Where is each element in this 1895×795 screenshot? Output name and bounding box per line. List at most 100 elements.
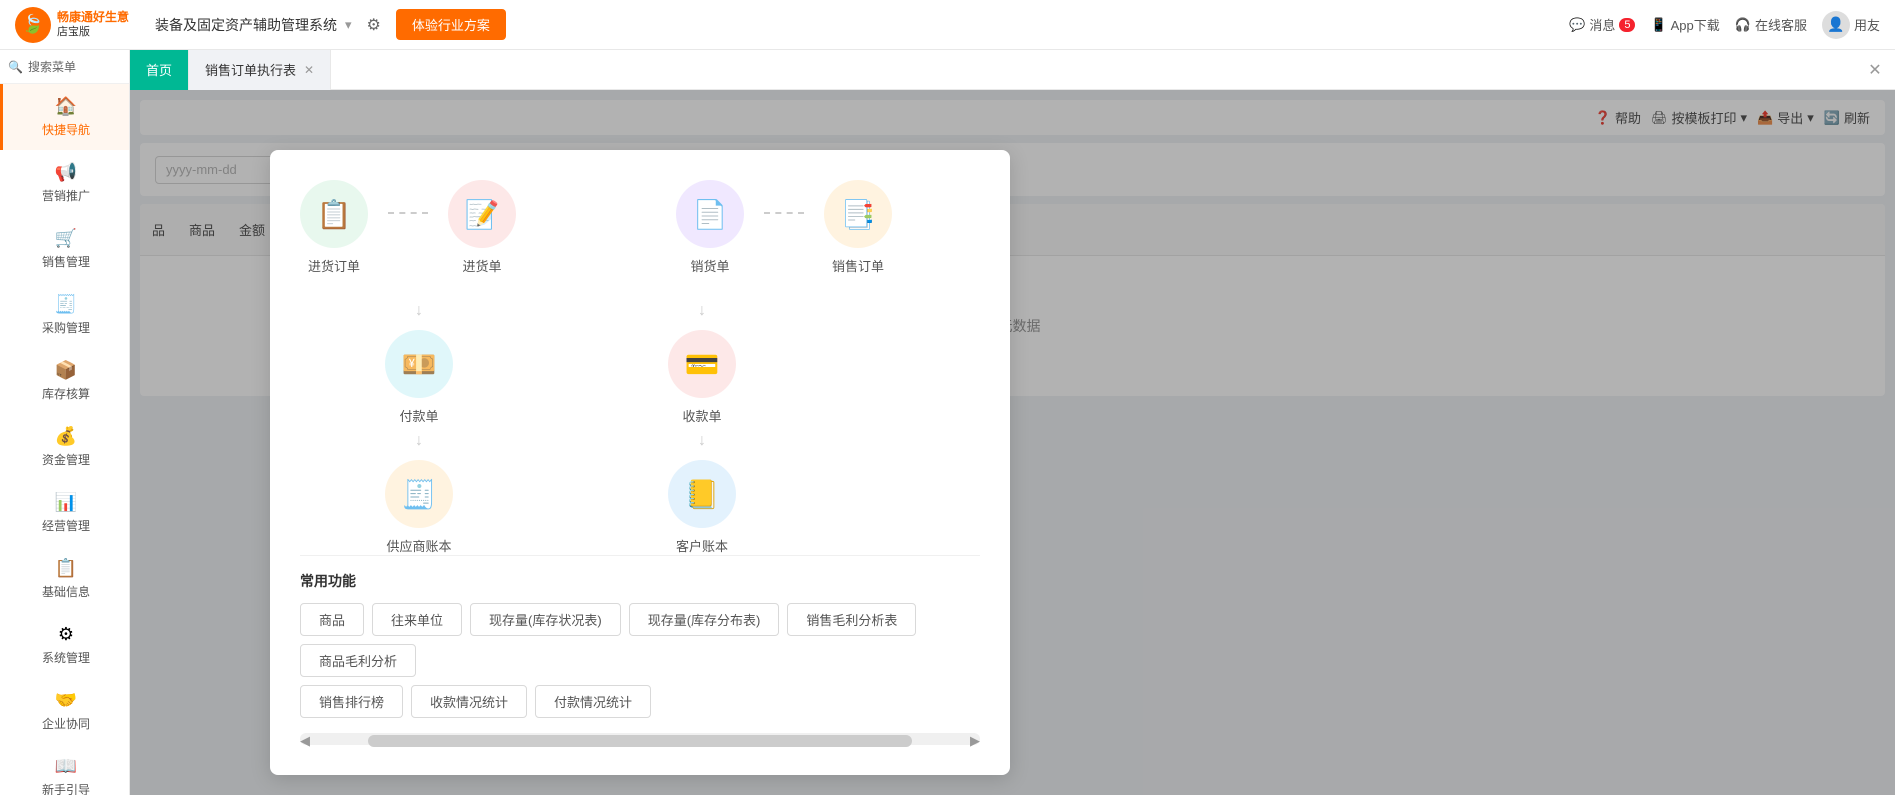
newbie-label: 新手引导 [42, 781, 90, 795]
down-arrow-supplier: ↓ [415, 432, 423, 450]
modal-overlay[interactable]: 📋 进货订单 📝 进货单 📄 销货单 [130, 90, 1895, 795]
sidebar-search-label: 搜索菜单 [28, 58, 76, 75]
customer-acct-label: 客户账本 [676, 536, 728, 555]
download-icon: 📱 [1650, 17, 1666, 33]
content-area: 首页 销售订单执行表 ✕ ✕ ❓ 帮助 [130, 50, 1895, 795]
common-btn-8[interactable]: 付款情况统计 [535, 685, 651, 718]
purchase-order-label: 进货订单 [308, 256, 360, 275]
logo-line1: 畅康通好生意 [57, 10, 129, 26]
sidebar-item-purchase[interactable]: 🧾 采购管理 [0, 282, 129, 348]
online-service-label: 在线客服 [1755, 15, 1807, 34]
common-btn-4[interactable]: 销售毛利分析表 [787, 603, 916, 636]
flow-row-3-wrapper: ↓ 🧾 供应商账本 ↓ 📒 客户账本 [300, 430, 980, 555]
tab-bar-wrapper: 首页 销售订单执行表 ✕ ✕ [130, 50, 1895, 90]
page-content: ❓ 帮助 🖨 按模板打印 ▾ 📤 导出 ▾ 🔄 [130, 90, 1895, 795]
down-arrow-receipt: ↓ [698, 302, 706, 320]
flow-item-receipt: ↓ 💳 收款单 [668, 300, 736, 425]
flow-row-1: 📋 进货订单 📝 进货单 📄 销货单 [300, 180, 980, 275]
supplier-acct-label: 供应商账本 [386, 536, 451, 555]
enterprise-icon: 🤝 [55, 690, 77, 711]
modal: 📋 进货订单 📝 进货单 📄 销货单 [270, 150, 1010, 775]
app-download-btn[interactable]: 📱 App下载 [1650, 15, 1719, 34]
scroll-right-arrow[interactable]: ▶ [970, 733, 980, 749]
online-service-btn[interactable]: 🎧 在线客服 [1735, 15, 1807, 34]
system-title: 装备及固定资产辅助管理系统 [155, 15, 337, 35]
purchase-icon: 🧾 [55, 294, 77, 315]
marketing-icon: 📢 [55, 162, 77, 183]
basic-info-icon: 📋 [55, 558, 77, 579]
common-title: 常用功能 [300, 571, 980, 591]
marketing-label: 营销推广 [42, 187, 90, 204]
basic-info-label: 基础信息 [42, 583, 90, 600]
payment-circle: 💴 [385, 330, 453, 398]
flow-row-2-wrapper: ↓ 💴 付款单 ↓ 💳 收款单 [300, 300, 980, 425]
top-bar-right: 💬 消息 5 📱 App下载 🎧 在线客服 👤 用友 [1569, 11, 1880, 39]
flow-dashed-2 [764, 212, 804, 214]
message-btn[interactable]: 💬 消息 5 [1569, 15, 1635, 34]
common-section: 常用功能 商品 往来单位 现存量(库存状况表) 现存量(库存分布表) 销售毛利分… [300, 555, 980, 718]
dropdown-icon[interactable]: ▾ [345, 17, 352, 33]
common-btn-7[interactable]: 收款情况统计 [411, 685, 527, 718]
scroll-left-arrow[interactable]: ◀ [300, 733, 310, 749]
user-area[interactable]: 👤 用友 [1822, 11, 1880, 39]
common-btn-6[interactable]: 销售排行榜 [300, 685, 403, 718]
common-btn-5[interactable]: 商品毛利分析 [300, 644, 416, 677]
scroll-arrows: ◀ ▶ [300, 733, 980, 749]
sales-bill-circle: 📄 [676, 180, 744, 248]
tab-home-label: 首页 [146, 60, 172, 79]
common-btn-1[interactable]: 往来单位 [372, 603, 462, 636]
modal-scrollbar[interactable]: ◀ ▶ [300, 733, 980, 745]
supplier-acct-circle: 🧾 [385, 460, 453, 528]
purchase-label: 采购管理 [42, 319, 90, 336]
tab-bar-close-btn[interactable]: ✕ [1855, 50, 1895, 90]
sales-icon: 🛒 [55, 228, 77, 249]
sidebar-item-system[interactable]: ⚙ 系统管理 [0, 612, 129, 678]
sidebar-item-quick-nav[interactable]: 🏠 快捷导航 [0, 84, 129, 150]
sidebar-item-finance[interactable]: 💰 资金管理 [0, 414, 129, 480]
inventory-label: 库存核算 [42, 385, 90, 402]
sidebar-item-enterprise[interactable]: 🤝 企业协同 [0, 678, 129, 744]
scroll-thumb[interactable] [368, 735, 912, 747]
flow-item-supplier-acct: ↓ 🧾 供应商账本 [385, 430, 453, 555]
down-arrow-payment: ↓ [415, 302, 423, 320]
sales-order-circle: 📑 [824, 180, 892, 248]
sidebar-item-inventory[interactable]: 📦 库存核算 [0, 348, 129, 414]
message-badge: 5 [1619, 18, 1635, 32]
tab-close-btn[interactable]: ✕ [304, 63, 314, 77]
purchase-bill-label: 进货单 [462, 256, 501, 275]
common-btns-row2: 销售排行榜 收款情况统计 付款情况统计 [300, 685, 980, 718]
settings-icon[interactable]: ⚙ [367, 15, 381, 35]
sidebar-item-marketing[interactable]: 📢 营销推广 [0, 150, 129, 216]
sidebar-item-sales[interactable]: 🛒 销售管理 [0, 216, 129, 282]
tab-home[interactable]: 首页 [130, 50, 189, 90]
common-btns: 商品 往来单位 现存量(库存状况表) 现存量(库存分布表) 销售毛利分析表 商品… [300, 603, 980, 677]
flow-item-sales-bill: 📄 销货单 [676, 180, 744, 275]
logo-area: 🍃 畅康通好生意 店宝版 [15, 7, 145, 43]
down-arrow-customer: ↓ [698, 432, 706, 450]
sidebar: 🔍 搜索菜单 🏠 快捷导航 📢 营销推广 🛒 销售管理 🧾 采购管理 📦 [0, 50, 130, 795]
main-area: 🔍 搜索菜单 🏠 快捷导航 📢 营销推广 🛒 销售管理 🧾 采购管理 📦 [0, 50, 1895, 795]
search-icon: 🔍 [8, 60, 23, 74]
purchase-bill-circle: 📝 [448, 180, 516, 248]
quick-nav-label: 快捷导航 [42, 121, 90, 138]
flow-item-purchase-bill: 📝 进货单 [448, 180, 516, 275]
finance-label: 资金管理 [42, 451, 90, 468]
try-btn[interactable]: 体验行业方案 [396, 9, 506, 40]
flow-item-purchase-order: 📋 进货订单 [300, 180, 368, 275]
flow-item-customer-acct: ↓ 📒 客户账本 [668, 430, 736, 555]
sidebar-item-operations[interactable]: 📊 经营管理 [0, 480, 129, 546]
top-bar: 🍃 畅康通好生意 店宝版 装备及固定资产辅助管理系统 ▾ ⚙ 体验行业方案 💬 … [0, 0, 1895, 50]
common-btn-2[interactable]: 现存量(库存状况表) [470, 603, 621, 636]
operations-icon: 📊 [55, 492, 77, 513]
sidebar-item-basic-info[interactable]: 📋 基础信息 [0, 546, 129, 612]
common-btn-3[interactable]: 现存量(库存分布表) [629, 603, 780, 636]
sidebar-item-newbie[interactable]: 📖 新手引导 [0, 744, 129, 795]
common-btn-0[interactable]: 商品 [300, 603, 364, 636]
logo-line2: 店宝版 [57, 25, 129, 39]
purchase-order-circle: 📋 [300, 180, 368, 248]
sidebar-search-btn[interactable]: 🔍 搜索菜单 [0, 50, 129, 84]
flow-dashed-1 [388, 212, 428, 214]
flow-item-sales-order: 📑 销售订单 [824, 180, 892, 275]
service-icon: 🎧 [1735, 17, 1751, 33]
tab-sales-order-exec[interactable]: 销售订单执行表 ✕ [189, 50, 331, 90]
